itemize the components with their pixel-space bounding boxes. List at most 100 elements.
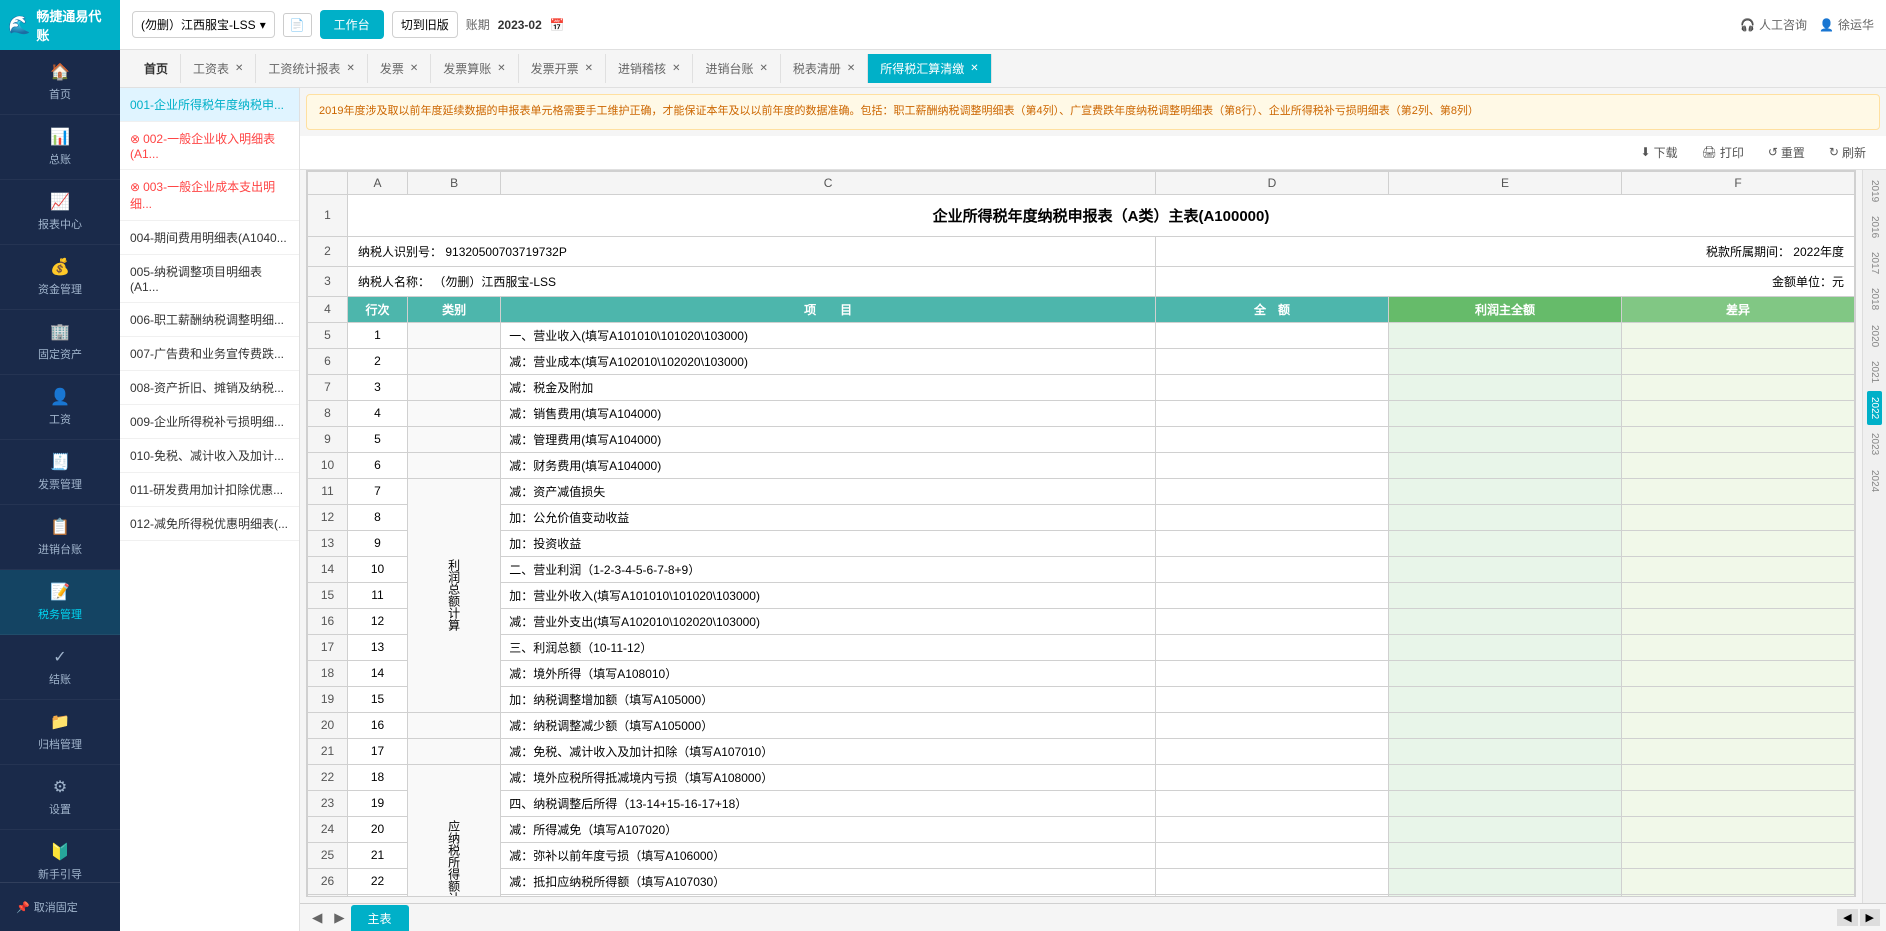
diff-cell[interactable] (1621, 426, 1854, 452)
diff-cell[interactable] (1621, 842, 1854, 868)
left-panel-item-007[interactable]: 007-广告费和业务宣传费跌... (120, 337, 299, 371)
left-panel-item-010[interactable]: 010-免税、减计收入及加计... (120, 439, 299, 473)
diff-cell[interactable] (1621, 400, 1854, 426)
tab-close-invoice-calc[interactable]: ✕ (497, 63, 505, 74)
diff-cell[interactable] (1621, 452, 1854, 478)
sidebar-item-tax[interactable]: 📝税务管理 (0, 570, 120, 635)
sidebar-item-invoice-mgr[interactable]: 🧾发票管理 (0, 440, 120, 505)
sheet-nav-right[interactable]: ▶ (328, 908, 350, 928)
tab-invoice-calc[interactable]: 发票算账✕ (431, 54, 518, 83)
profit-cell[interactable] (1389, 738, 1622, 764)
diff-cell[interactable] (1621, 374, 1854, 400)
amount-cell[interactable] (1156, 738, 1389, 764)
amount-cell[interactable] (1156, 400, 1389, 426)
profit-cell[interactable] (1389, 556, 1622, 582)
amount-cell[interactable] (1156, 556, 1389, 582)
profit-cell[interactable] (1389, 348, 1622, 374)
tab-invoice-open[interactable]: 发票开票✕ (519, 54, 606, 83)
sidebar-item-settings[interactable]: ⚙设置 (0, 765, 120, 830)
tab-home[interactable]: 首页 (132, 54, 181, 83)
diff-cell[interactable] (1621, 660, 1854, 686)
amount-cell[interactable] (1156, 426, 1389, 452)
tab-invoice[interactable]: 发票✕ (368, 54, 431, 83)
diff-cell[interactable] (1621, 634, 1854, 660)
profit-cell[interactable] (1389, 530, 1622, 556)
diff-cell[interactable] (1621, 712, 1854, 738)
sidebar-pin[interactable]: 📌 取消固定 (10, 893, 110, 921)
year-item-2023[interactable]: 2023 (1867, 427, 1882, 461)
amount-cell[interactable] (1156, 582, 1389, 608)
tab-purchase[interactable]: 进销稽核✕ (606, 54, 693, 83)
tab-close-income-tax[interactable]: ✕ (970, 63, 978, 74)
diff-cell[interactable] (1621, 348, 1854, 374)
diff-cell[interactable] (1621, 894, 1854, 897)
amount-cell[interactable] (1156, 634, 1389, 660)
year-item-2022[interactable]: 2022 (1867, 391, 1882, 425)
amount-cell[interactable] (1156, 452, 1389, 478)
profit-cell[interactable] (1389, 660, 1622, 686)
sheet-tab-main[interactable]: 主表 (351, 905, 409, 931)
amount-cell[interactable] (1156, 660, 1389, 686)
profit-cell[interactable] (1389, 686, 1622, 712)
amount-cell[interactable] (1156, 530, 1389, 556)
amount-cell[interactable] (1156, 816, 1389, 842)
diff-cell[interactable] (1621, 582, 1854, 608)
scroll-left-btn[interactable]: ◀ (1837, 909, 1857, 926)
diff-cell[interactable] (1621, 816, 1854, 842)
year-item-2017[interactable]: 2017 (1867, 246, 1882, 280)
left-panel-item-012[interactable]: 012-减免所得税优惠明细表(... (120, 507, 299, 541)
diff-cell[interactable] (1621, 322, 1854, 348)
profit-cell[interactable] (1389, 764, 1622, 790)
profit-cell[interactable] (1389, 426, 1622, 452)
year-item-2018[interactable]: 2018 (1867, 282, 1882, 316)
left-panel-item-005[interactable]: 005-纳税调整项目明细表(A1... (120, 255, 299, 303)
sidebar-item-fund[interactable]: 💰资金管理 (0, 245, 120, 310)
profit-cell[interactable] (1389, 478, 1622, 504)
year-item-2021[interactable]: 2021 (1867, 355, 1882, 389)
diff-cell[interactable] (1621, 686, 1854, 712)
amount-cell[interactable] (1156, 608, 1389, 634)
left-panel-item-009[interactable]: 009-企业所得税补亏损明细... (120, 405, 299, 439)
switch-button[interactable]: 切到旧版 (392, 11, 458, 38)
tab-salary-stats[interactable]: 工资统计报表✕ (256, 54, 367, 83)
workbench-button[interactable]: 工作台 (320, 10, 384, 39)
profit-cell[interactable] (1389, 452, 1622, 478)
amount-cell[interactable] (1156, 322, 1389, 348)
sidebar-item-salary[interactable]: 👤工资 (0, 375, 120, 440)
company-selector[interactable]: (勿删）江西服宝-LSS ▾ (132, 11, 275, 38)
amount-cell[interactable] (1156, 868, 1389, 894)
amount-cell[interactable] (1156, 764, 1389, 790)
tab-close-invoice[interactable]: ✕ (410, 63, 418, 74)
left-panel-item-001[interactable]: 001-企业所得税年度纳税申... (120, 88, 299, 122)
copy-icon[interactable]: 📄 (283, 13, 312, 37)
year-item-2019[interactable]: 2019 (1867, 174, 1882, 208)
amount-cell[interactable] (1156, 790, 1389, 816)
sheet-nav-left[interactable]: ◀ (306, 908, 328, 928)
tab-close-salary[interactable]: ✕ (235, 63, 243, 74)
refresh-button[interactable]: ↻ 刷新 (1821, 140, 1874, 165)
diff-cell[interactable] (1621, 530, 1854, 556)
ai-service[interactable]: 🎧 人工咨询 (1740, 16, 1807, 33)
tab-salary[interactable]: 工资表✕ (181, 54, 256, 83)
diff-cell[interactable] (1621, 738, 1854, 764)
reset-button[interactable]: ↺ 重置 (1760, 140, 1813, 165)
profit-cell[interactable] (1389, 868, 1622, 894)
left-panel-item-006[interactable]: 006-职工薪酬纳税调整明细... (120, 303, 299, 337)
sidebar-item-report[interactable]: 📈报表中心 (0, 180, 120, 245)
sidebar-item-archive[interactable]: 📁归档管理 (0, 700, 120, 765)
sidebar-item-sales[interactable]: 📋进销台账 (0, 505, 120, 570)
year-item-2024[interactable]: 2024 (1867, 464, 1882, 498)
sidebar-item-guide[interactable]: 🔰新手引导 (0, 830, 120, 882)
diff-cell[interactable] (1621, 608, 1854, 634)
sidebar-item-home[interactable]: 🏠首页 (0, 50, 120, 115)
diff-cell[interactable] (1621, 790, 1854, 816)
profit-cell[interactable] (1389, 322, 1622, 348)
sidebar-item-close[interactable]: ✓结账 (0, 635, 120, 700)
user-menu[interactable]: 👤 徐运华 (1819, 16, 1874, 33)
profit-cell[interactable] (1389, 816, 1622, 842)
profit-cell[interactable] (1389, 374, 1622, 400)
profit-cell[interactable] (1389, 712, 1622, 738)
download-button[interactable]: ⬇ 下载 (1633, 140, 1686, 165)
left-panel-item-003[interactable]: ⊗003-一般企业成本支出明细... (120, 170, 299, 221)
tab-tax-clear[interactable]: 税表清册✕ (781, 54, 868, 83)
